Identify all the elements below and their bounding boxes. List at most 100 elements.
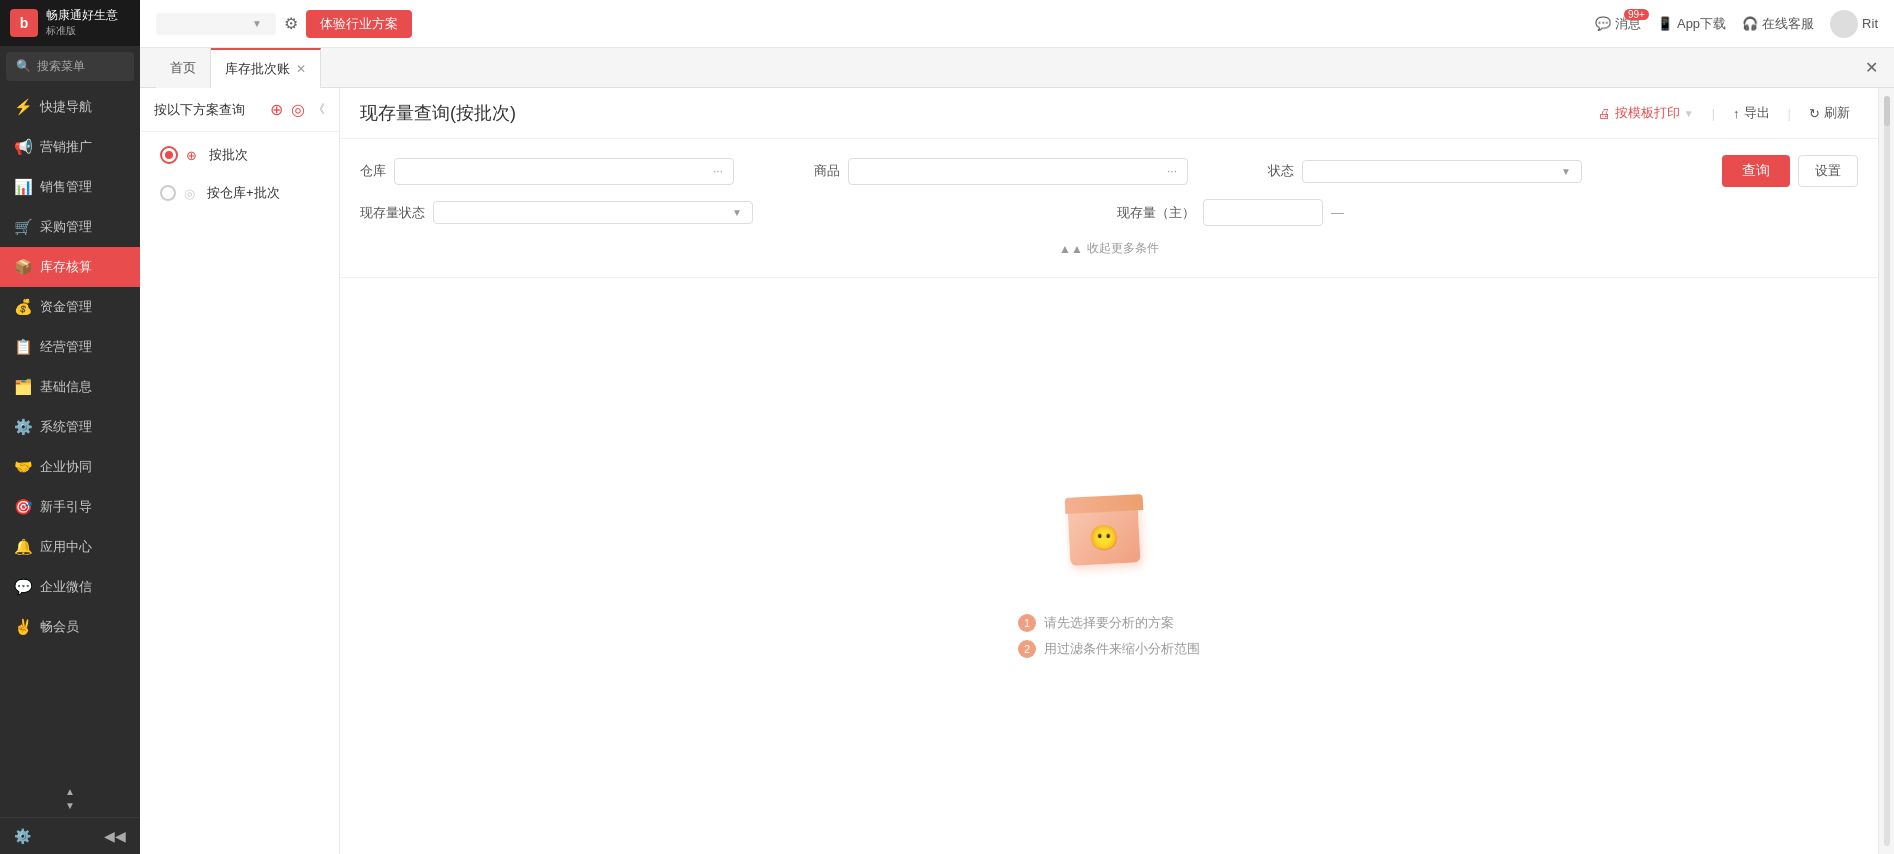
topbar-search-box[interactable]: ▼ bbox=[156, 13, 276, 35]
trial-btn[interactable]: 体验行业方案 bbox=[306, 10, 412, 38]
empty-hint-2: 2 用过滤条件来缩小分析范围 bbox=[1018, 640, 1200, 658]
warehouse-input-box[interactable]: ··· bbox=[394, 158, 734, 185]
enterprise-icon: 🤝 bbox=[14, 458, 32, 476]
empty-hints: 1 请先选择要分析的方案 2 用过滤条件来缩小分析范围 bbox=[1018, 614, 1200, 658]
status-label: 状态 bbox=[1268, 162, 1294, 180]
status-select[interactable]: ▼ bbox=[1302, 160, 1582, 183]
scroll-up-btn[interactable]: ▲ bbox=[65, 787, 75, 797]
filter-add-icon[interactable]: ⊕ bbox=[270, 100, 283, 119]
sidebar-item-guide[interactable]: 🎯 新手引导 bbox=[0, 487, 140, 527]
filter-panel-actions: ⊕ ◎ 《 bbox=[270, 100, 325, 119]
sidebar-item-inventory[interactable]: 📦 库存核算 bbox=[0, 247, 140, 287]
system-icon: ⚙️ bbox=[14, 418, 32, 436]
sidebar-item-label: 企业微信 bbox=[40, 578, 92, 596]
headset-icon: 🎧 bbox=[1742, 16, 1758, 31]
filter-item-batch[interactable]: ⊕ 按批次 bbox=[140, 136, 339, 174]
content-area: 按以下方案查询 ⊕ ◎ 《 ⊕ 按批次 ◎ 按仓库+批次 bbox=[140, 88, 1894, 854]
scroll-down-btn[interactable]: ▼ bbox=[65, 801, 75, 811]
collapse-label: 收起更多条件 bbox=[1087, 240, 1159, 257]
query-btn[interactable]: 查询 bbox=[1722, 155, 1790, 187]
sidebar-item-label: 销售管理 bbox=[40, 178, 92, 196]
sidebar-item-purchase[interactable]: 🛒 采购管理 bbox=[0, 207, 140, 247]
query-toolbar: 🖨 按模板打印 ▼ | ↑ 导出 | ↻ 刷新 bbox=[1590, 100, 1858, 126]
topbar: ▼ ⚙ 体验行业方案 💬 消息 99+ 📱 App下载 🎧 在线客服 Rit bbox=[140, 0, 1894, 48]
search-row-1: 仓库 ··· 商品 ··· bbox=[360, 155, 1858, 187]
sidebar-item-finance[interactable]: 💰 资金管理 bbox=[0, 287, 140, 327]
user-btn[interactable]: Rit bbox=[1830, 10, 1878, 38]
sidebar-item-system[interactable]: ⚙️ 系统管理 bbox=[0, 407, 140, 447]
sidebar-item-sales[interactable]: 📊 销售管理 bbox=[0, 167, 140, 207]
warehouse-label: 仓库 bbox=[360, 162, 386, 180]
collapse-btn[interactable]: ▲▲ 收起更多条件 bbox=[360, 236, 1858, 261]
sidebar-item-apps[interactable]: 🔔 应用中心 bbox=[0, 527, 140, 567]
collapse-icon[interactable]: ◀◀ bbox=[104, 828, 126, 844]
scrollbar-thumb[interactable] bbox=[1884, 96, 1890, 126]
print-btn[interactable]: 🖨 按模板打印 ▼ bbox=[1590, 100, 1702, 126]
settings-icon[interactable]: ⚙️ bbox=[14, 828, 31, 844]
warehouse-input[interactable] bbox=[405, 164, 713, 179]
goods-field: 商品 ··· bbox=[814, 158, 1252, 185]
tab-home[interactable]: 首页 bbox=[156, 48, 211, 88]
app-name: 畅康通好生意 bbox=[46, 8, 118, 24]
right-scrollbar[interactable] bbox=[1878, 88, 1894, 854]
sidebar-search[interactable]: 🔍 搜索菜单 bbox=[6, 52, 134, 81]
stock-qty-min-input[interactable] bbox=[1203, 199, 1323, 226]
topbar-search-input[interactable] bbox=[166, 17, 246, 31]
shortcut-icon: ⚡ bbox=[14, 98, 32, 116]
refresh-label: 刷新 bbox=[1824, 104, 1850, 122]
topbar-gear-icon[interactable]: ⚙ bbox=[284, 14, 298, 33]
collapse-area: ▲▲ 收起更多条件 bbox=[360, 236, 1858, 261]
warehouse-more-icon[interactable]: ··· bbox=[713, 164, 723, 178]
sidebar-item-enterprise[interactable]: 🤝 企业协同 bbox=[0, 447, 140, 487]
inventory-icon: 📦 bbox=[14, 258, 32, 276]
toolbar-divider1: | bbox=[1712, 106, 1715, 121]
stock-status-select[interactable]: ▼ bbox=[433, 201, 753, 224]
stock-status-label: 现存量状态 bbox=[360, 204, 425, 222]
goods-more-icon[interactable]: ··· bbox=[1167, 164, 1177, 178]
sidebar-search-label: 搜索菜单 bbox=[37, 58, 85, 75]
app-logo: b bbox=[10, 9, 38, 37]
sidebar-nav: ⚡ 快捷导航 📢 营销推广 📊 销售管理 🛒 采购管理 📦 库存核算 💰 资金管… bbox=[0, 87, 140, 781]
refresh-btn[interactable]: ↻ 刷新 bbox=[1801, 100, 1858, 126]
stock-qty-min[interactable] bbox=[1214, 205, 1312, 220]
empty-state: 😶 1 请先选择要分析的方案 2 用过滤条件来缩小分析范围 bbox=[340, 278, 1878, 854]
app-download-btn[interactable]: 📱 App下载 bbox=[1657, 15, 1726, 33]
main-area: ▼ ⚙ 体验行业方案 💬 消息 99+ 📱 App下载 🎧 在线客服 Rit bbox=[140, 0, 1894, 854]
tab-inventory-batch[interactable]: 库存批次账 ✕ bbox=[211, 48, 321, 88]
sidebar-item-member[interactable]: ✌️ 畅会员 bbox=[0, 607, 140, 647]
empty-hint-1: 1 请先选择要分析的方案 bbox=[1018, 614, 1200, 632]
filter-radio-batch bbox=[160, 146, 178, 164]
sidebar-item-basic[interactable]: 🗂️ 基础信息 bbox=[0, 367, 140, 407]
messages-btn[interactable]: 💬 消息 99+ bbox=[1595, 15, 1641, 33]
topbar-dropdown-icon[interactable]: ▼ bbox=[252, 18, 262, 29]
app-version: 标准版 bbox=[46, 24, 118, 38]
sidebar-item-operations[interactable]: 📋 经营管理 bbox=[0, 327, 140, 367]
sidebar-item-marketing[interactable]: 📢 营销推广 bbox=[0, 127, 140, 167]
hint-num-2: 2 bbox=[1018, 640, 1036, 658]
filter-icon-warehouse-batch: ◎ bbox=[184, 186, 195, 201]
export-btn[interactable]: ↑ 导出 bbox=[1725, 100, 1778, 126]
refresh-icon: ↻ bbox=[1809, 106, 1820, 121]
tab-close-btn[interactable]: ✕ bbox=[296, 62, 306, 76]
tab-bar-close-btn[interactable]: ✕ bbox=[1865, 58, 1878, 77]
sidebar-item-label: 经营管理 bbox=[40, 338, 92, 356]
status-field: 状态 ▼ bbox=[1268, 160, 1706, 183]
query-header: 现存量查询(按批次) 🖨 按模板打印 ▼ | ↑ 导出 | ↻ bbox=[340, 88, 1878, 139]
query-area: 现存量查询(按批次) 🖨 按模板打印 ▼ | ↑ 导出 | ↻ bbox=[340, 88, 1878, 854]
app-download-label: App下载 bbox=[1677, 15, 1726, 33]
goods-input[interactable] bbox=[859, 164, 1167, 179]
customer-service-btn[interactable]: 🎧 在线客服 bbox=[1742, 15, 1814, 33]
goods-input-box[interactable]: ··· bbox=[848, 158, 1188, 185]
message-badge: 99+ bbox=[1624, 9, 1649, 20]
settings-btn[interactable]: 设置 bbox=[1798, 155, 1858, 187]
sidebar-item-label: 系统管理 bbox=[40, 418, 92, 436]
print-label: 按模板打印 bbox=[1615, 104, 1680, 122]
sidebar-item-wechat[interactable]: 💬 企业微信 bbox=[0, 567, 140, 607]
filter-collapse-icon[interactable]: 《 bbox=[313, 101, 325, 118]
filter-settings-icon[interactable]: ◎ bbox=[291, 100, 305, 119]
empty-box-face: 😶 bbox=[1089, 524, 1119, 552]
export-label: 导出 bbox=[1744, 104, 1770, 122]
sidebar-item-shortcut[interactable]: ⚡ 快捷导航 bbox=[0, 87, 140, 127]
filter-item-warehouse-batch[interactable]: ◎ 按仓库+批次 bbox=[140, 174, 339, 212]
print-dropdown-icon[interactable]: ▼ bbox=[1684, 108, 1694, 119]
